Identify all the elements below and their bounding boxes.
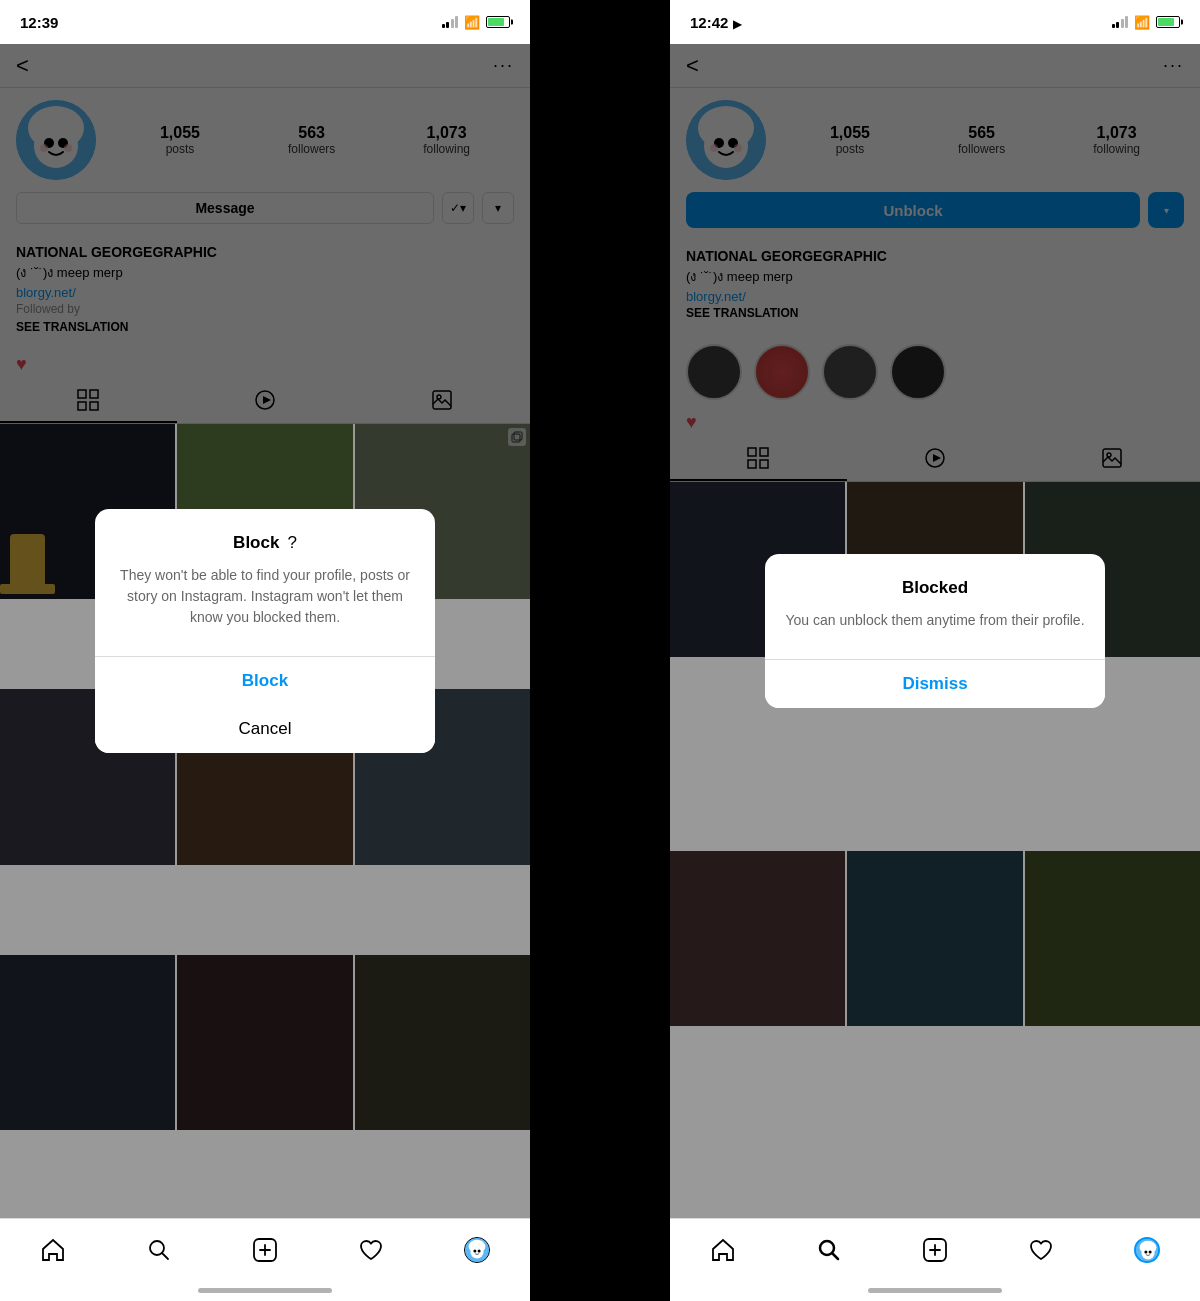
search-nav-right[interactable] <box>807 1228 851 1272</box>
status-bar-right: 12:42 ▶ 📶 <box>670 0 1200 44</box>
home-nav-left[interactable] <box>31 1228 75 1272</box>
svg-point-22 <box>473 1249 476 1252</box>
block-modal-content: Block ? They won't be able to find your … <box>95 509 435 656</box>
svg-point-44 <box>1144 1250 1147 1253</box>
blocked-modal: Blocked You can unblock them anytime fro… <box>765 554 1105 708</box>
search-nav-left[interactable] <box>137 1228 181 1272</box>
dismiss-button[interactable]: Dismiss <box>765 660 1105 708</box>
overlay-right: Blocked You can unblock them anytime fro… <box>670 44 1200 1218</box>
left-phone: 12:39 📶 < ··· <box>0 0 530 1301</box>
block-modal-body: They won't be able to find your profile,… <box>115 565 415 628</box>
block-modal: Block ? They won't be able to find your … <box>95 509 435 753</box>
svg-point-23 <box>478 1249 481 1252</box>
wifi-icon: 📶 <box>464 15 480 30</box>
svg-point-43 <box>1141 1246 1154 1259</box>
block-confirm-button[interactable]: Block <box>95 657 435 705</box>
svg-point-45 <box>1149 1250 1152 1253</box>
cancel-button[interactable]: Cancel <box>95 705 435 753</box>
location-arrow-icon: ▶ <box>733 18 741 30</box>
home-indicator-left <box>198 1288 332 1293</box>
status-bar-left: 12:39 📶 <box>0 0 530 44</box>
blocked-modal-title: Blocked <box>902 578 968 598</box>
battery-icon-right <box>1156 16 1180 28</box>
home-nav-right[interactable] <box>701 1228 745 1272</box>
add-nav-left[interactable] <box>243 1228 287 1272</box>
profile-nav-left[interactable] <box>455 1228 499 1272</box>
blocked-modal-content: Blocked You can unblock them anytime fro… <box>765 554 1105 659</box>
svg-point-21 <box>470 1245 483 1258</box>
add-nav-right[interactable] <box>913 1228 957 1272</box>
overlay-left: Block ? They won't be able to find your … <box>0 44 530 1218</box>
battery-icon <box>486 16 510 28</box>
status-icons-right: 📶 <box>1112 15 1181 30</box>
heart-nav-right[interactable] <box>1019 1228 1063 1272</box>
heart-nav-left[interactable] <box>349 1228 393 1272</box>
profile-nav-right[interactable] <box>1125 1228 1169 1272</box>
right-phone: 12:42 ▶ 📶 < ··· <box>670 0 1200 1301</box>
signal-icon-right <box>1112 16 1129 28</box>
signal-icon <box>442 16 459 28</box>
block-modal-title: Block <box>233 533 279 553</box>
time-left: 12:39 <box>20 14 58 31</box>
home-indicator-right <box>868 1288 1002 1293</box>
status-icons-left: 📶 <box>442 15 511 30</box>
blocked-modal-body: You can unblock them anytime from their … <box>785 610 1085 631</box>
wifi-icon-right: 📶 <box>1134 15 1150 30</box>
time-right: 12:42 ▶ <box>690 14 741 31</box>
block-modal-question: ? <box>287 533 296 553</box>
